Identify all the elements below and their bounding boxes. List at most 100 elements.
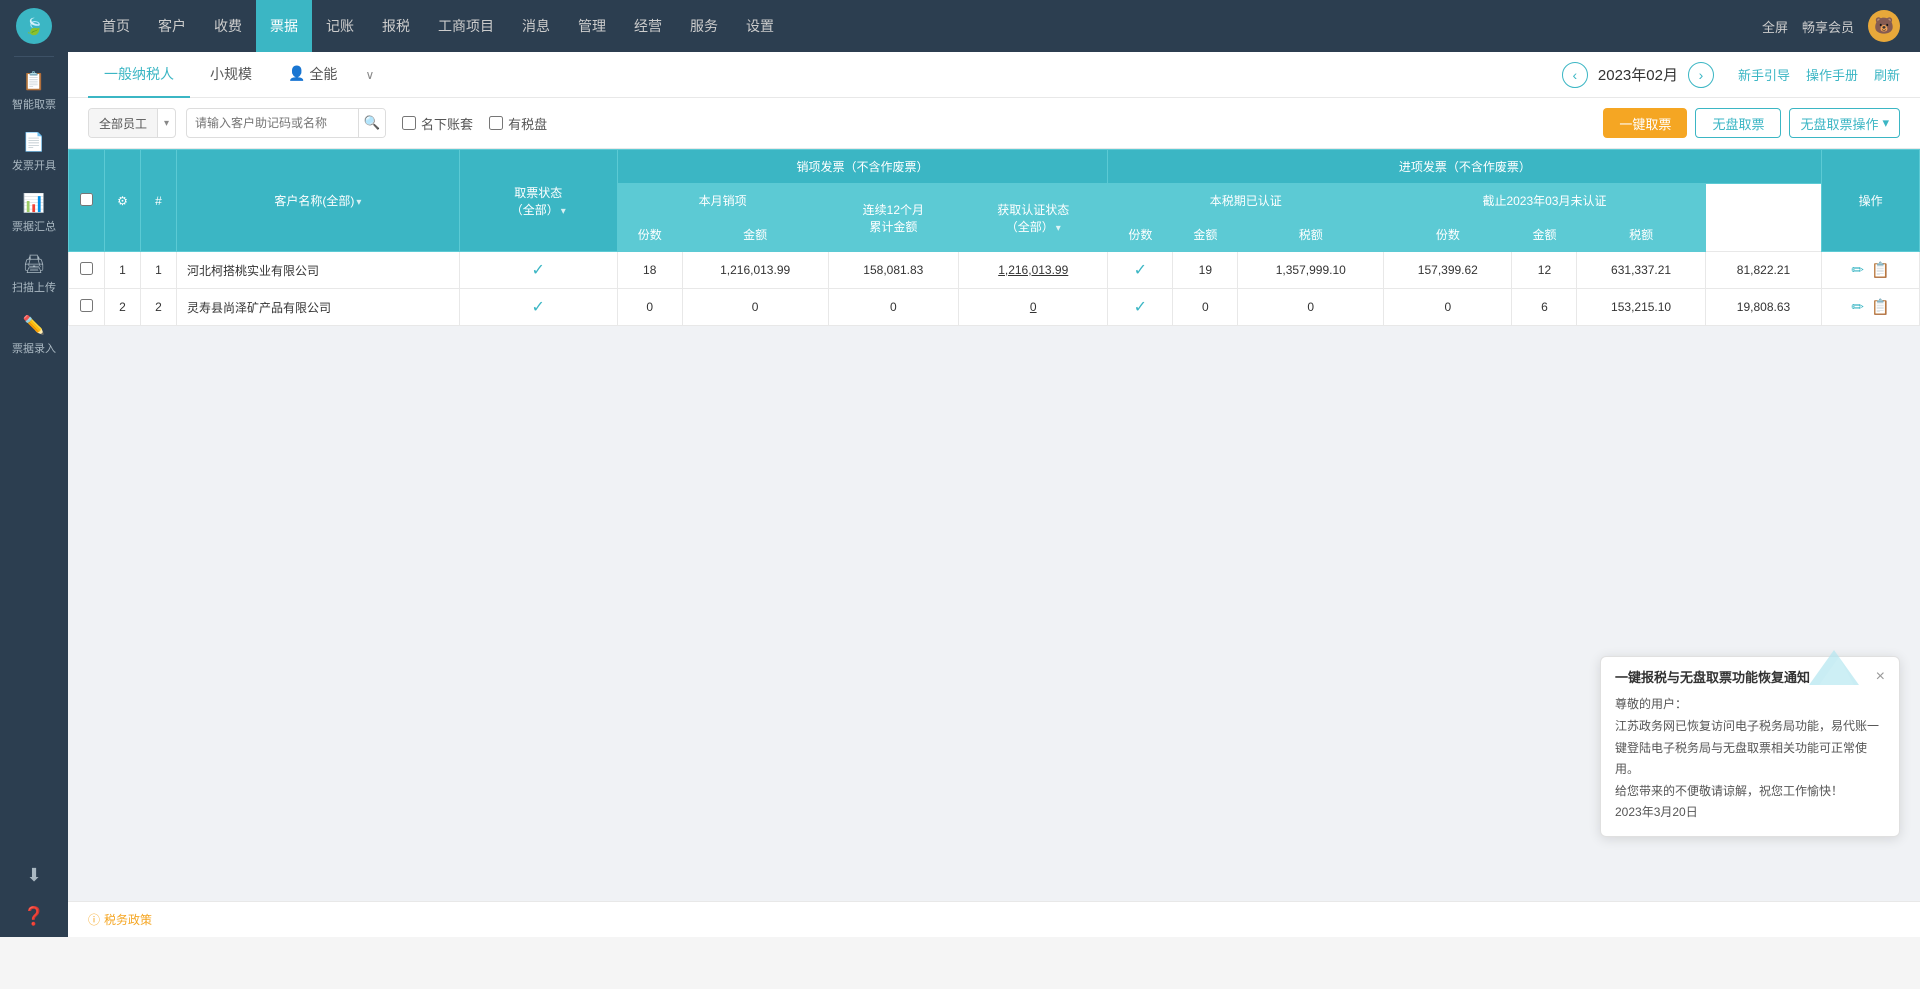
tab-more[interactable]: ∨ [357, 68, 382, 82]
checkbox-has-taxdisk[interactable]: 有税盘 [489, 114, 547, 133]
tab-small[interactable]: 小规模 [194, 52, 268, 98]
nav-operation[interactable]: 经营 [620, 0, 676, 52]
nav-home[interactable]: 首页 [88, 0, 144, 52]
edit-icon[interactable]: ✏ [1851, 299, 1864, 316]
row-sales-tax: 158,081.83 [828, 252, 959, 289]
edit-icon[interactable]: ✏ [1851, 262, 1864, 279]
nav-settings[interactable]: 设置 [732, 0, 788, 52]
row-sales-tax: 0 [828, 289, 959, 326]
operation-manual-link[interactable]: 操作手册 [1806, 65, 1858, 84]
sidebar-item-data-entry[interactable]: ✏️ 票据录入 [0, 305, 68, 366]
row-num2: 1 [141, 252, 177, 289]
tax-policy-link[interactable]: ⓘ 税务政策 [88, 911, 152, 928]
row-until-tax: 81,822.21 [1705, 252, 1822, 289]
sidebar-item-label: 智能取票 [12, 96, 56, 112]
row-checkbox-cell [69, 289, 105, 326]
period-next[interactable]: › [1688, 62, 1714, 88]
tab-general[interactable]: 一般纳税人 [88, 52, 190, 98]
sidebar-item-label: 票据汇总 [12, 218, 56, 234]
new-guide-link[interactable]: 新手引导 [1738, 65, 1790, 84]
row-purchase-copies: 0 [1173, 289, 1238, 326]
has-taxdisk-checkbox[interactable] [489, 116, 503, 130]
th-purchase-tax: 税额 [1238, 218, 1384, 252]
th-until: 截止2023年03月未认证 [1384, 184, 1706, 218]
nav-manage[interactable]: 管理 [564, 0, 620, 52]
row-cert-status: ✓ [1108, 252, 1173, 289]
toolbar-right: 一键取票 无盘取票 无盘取票操作 ▾ [1603, 108, 1900, 138]
sidebar-item-smart-get[interactable]: 📋 智能取票 [0, 61, 68, 122]
notification-apology: 给您带来的不便敬请谅解，祝您工作愉快！ [1615, 781, 1885, 803]
search-input[interactable] [187, 116, 358, 130]
row-customer: 灵寿县尚泽矿产品有限公司 [177, 289, 460, 326]
nav-accounting[interactable]: 记账 [312, 0, 368, 52]
th-sales-amount: 金额 [682, 218, 828, 252]
row-until-tax: 19,808.63 [1705, 289, 1822, 326]
row-num: 2 [105, 289, 141, 326]
row-purchase-copies: 19 [1173, 252, 1238, 289]
th-status: 取票状态（全部）▾ [459, 150, 617, 252]
row-purchase-tax: 0 [1384, 289, 1512, 326]
row-actions: ✏ 📋 [1822, 289, 1920, 326]
row-status: ✓ [459, 252, 617, 289]
th-cumulative: 连续12个月累计金额 [828, 184, 959, 252]
notification-deco [1799, 645, 1869, 685]
th-until-tax: 税额 [1577, 218, 1705, 252]
sidebar-item-help[interactable]: ❓ [0, 896, 68, 937]
employee-filter-label: 全部员工 [89, 108, 158, 138]
row-purchase-tax: 157,399.62 [1384, 252, 1512, 289]
search-button[interactable]: 🔍 [358, 108, 385, 138]
topnav-right: 全屏 畅享会员 🐻 [1762, 10, 1900, 42]
nav-business[interactable]: 工商项目 [424, 0, 508, 52]
nav-service[interactable]: 服务 [676, 0, 732, 52]
customer-filter-icon[interactable]: ▾ [356, 197, 361, 208]
sidebar-item-download[interactable]: ⬇ [0, 855, 68, 896]
nav-message[interactable]: 消息 [508, 0, 564, 52]
dropdown-arrow-icon: ▾ [1882, 115, 1889, 131]
employee-filter-arrow[interactable]: ▾ [158, 108, 175, 138]
sidebar-item-scan-upload[interactable]: 🖨 扫描上传 [0, 244, 68, 305]
avatar[interactable]: 🐻 [1868, 10, 1900, 42]
data-table-wrap: ⚙ # 客户名称(全部)▾ 取票状态（全部）▾ 销项发票（不含作废票） 进项发票… [68, 149, 1920, 326]
fullscreen-button[interactable]: 全屏 [1762, 17, 1788, 36]
row-sales-amount: 1,216,013.99 [682, 252, 828, 289]
view-icon[interactable]: 📋 [1871, 262, 1890, 279]
download-icon: ⬇ [26, 865, 41, 886]
more-actions-button[interactable]: 无盘取票操作 ▾ [1789, 108, 1900, 138]
top-nav: 首页 客户 收费 票据 记账 报税 工商项目 消息 管理 经营 服务 设置 全屏… [68, 0, 1920, 52]
notification-title: 一键报税与无盘取票功能恢复通知 [1615, 667, 1810, 686]
refresh-link[interactable]: 刷新 [1874, 65, 1900, 84]
period-prev[interactable]: ‹ [1562, 62, 1588, 88]
row-until-copies: 6 [1512, 289, 1577, 326]
checkbox-my-accounts[interactable]: 名下账套 [402, 114, 473, 133]
scan-upload-icon: 🖨 [23, 254, 46, 275]
row-until-copies: 12 [1512, 252, 1577, 289]
cumulative-link[interactable]: 1,216,013.99 [998, 263, 1068, 277]
select-all-checkbox[interactable] [80, 193, 93, 206]
row-checkbox[interactable] [80, 299, 93, 312]
nav-invoice[interactable]: 票据 [256, 0, 312, 52]
notification-close-button[interactable]: × [1876, 668, 1885, 686]
nav-billing[interactable]: 收费 [200, 0, 256, 52]
nav-customer[interactable]: 客户 [144, 0, 200, 52]
nav-tax[interactable]: 报税 [368, 0, 424, 52]
sidebar-item-label: 扫描上传 [12, 279, 56, 295]
cumulative-link[interactable]: 0 [1030, 300, 1037, 314]
search-box[interactable]: 🔍 [186, 108, 386, 138]
notification-content: 江苏政务网已恢复访问电子税务局功能，易代账一键登陆电子税务局与无盘取票相关功能可… [1615, 716, 1885, 781]
my-accounts-checkbox[interactable] [402, 116, 416, 130]
row-actions: ✏ 📋 [1822, 252, 1920, 289]
view-icon[interactable]: 📋 [1871, 299, 1890, 316]
sidebar-item-invoice-summary[interactable]: 📊 票据汇总 [0, 183, 68, 244]
member-button[interactable]: 畅享会员 [1802, 17, 1854, 36]
row-checkbox[interactable] [80, 262, 93, 275]
one-click-button[interactable]: 一键取票 [1603, 108, 1687, 138]
sidebar-item-invoice-open[interactable]: 📄 发票开具 [0, 122, 68, 183]
tab-all[interactable]: 👤 全能 [272, 52, 353, 98]
employee-filter[interactable]: 全部员工 ▾ [88, 108, 176, 138]
status-filter-icon[interactable]: ▾ [561, 206, 566, 217]
cert-filter-icon[interactable]: ▾ [1056, 223, 1061, 234]
checkbox-group: 名下账套 有税盘 [402, 114, 547, 133]
no-disk-button[interactable]: 无盘取票 [1695, 108, 1781, 138]
th-action: 操作 [1822, 150, 1920, 252]
row-status: ✓ [459, 289, 617, 326]
